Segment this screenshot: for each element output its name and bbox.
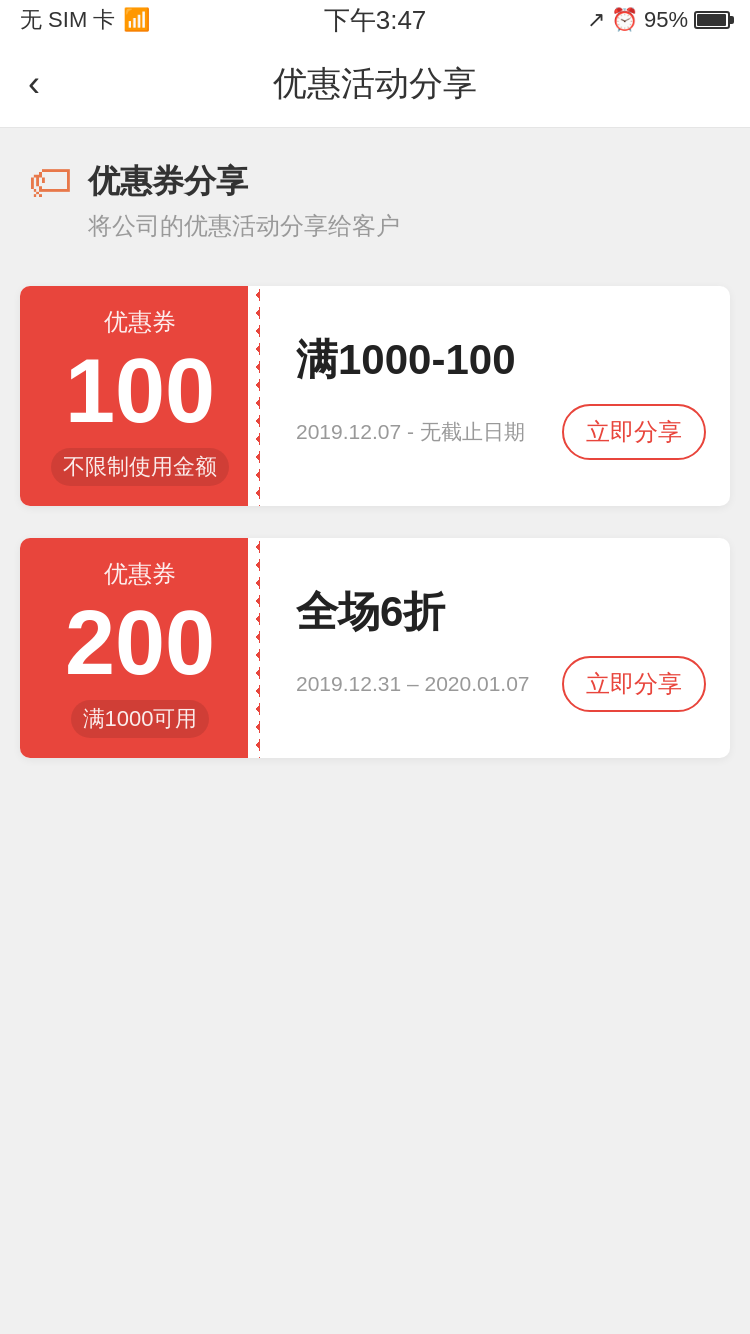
- nav-bar: ‹ 优惠活动分享: [0, 40, 750, 128]
- battery-icon: [694, 11, 730, 29]
- coupon-amount-2: 200: [65, 598, 215, 688]
- coupon-name-1: 满1000-100: [296, 332, 706, 388]
- section-text-block: 优惠券分享 将公司的优惠活动分享给客户: [88, 160, 400, 242]
- section-title: 优惠券分享: [88, 160, 400, 204]
- status-bar: 无 SIM 卡 📶 下午3:47 ↗ ⏰ 95%: [0, 0, 750, 40]
- status-time: 下午3:47: [324, 3, 427, 38]
- coupon-bottom-row-1: 2019.12.07 - 无截止日期 立即分享: [296, 404, 706, 460]
- coupon-share-button-2[interactable]: 立即分享: [562, 656, 706, 712]
- status-left: 无 SIM 卡 📶: [20, 5, 150, 35]
- coupon-card-2: 优惠券 200 满1000可用 全场6折 2019.12.31 – 2020.0…: [20, 538, 730, 758]
- empty-area: [0, 774, 750, 1334]
- coupon-date-1: 2019.12.07 - 无截止日期: [296, 418, 552, 446]
- sim-text: 无 SIM 卡: [20, 5, 115, 35]
- back-button[interactable]: ‹: [28, 63, 40, 105]
- status-right: ↗ ⏰ 95%: [587, 7, 730, 33]
- wifi-icon: 📶: [123, 7, 150, 33]
- coupon-right-2: 全场6折 2019.12.31 – 2020.01.07 立即分享: [260, 538, 730, 758]
- battery-percent: 95%: [644, 7, 688, 33]
- coupon-amount-1: 100: [65, 346, 215, 436]
- coupon-left-1: 优惠券 100 不限制使用金额: [20, 286, 260, 506]
- coupon-section-icon: 🏷: [28, 160, 72, 204]
- coupon-label-1: 优惠券: [104, 306, 176, 338]
- section-subtitle: 将公司的优惠活动分享给客户: [88, 210, 400, 242]
- coupon-condition-2: 满1000可用: [71, 700, 210, 738]
- coupon-card: 优惠券 100 不限制使用金额 满1000-100 2019.12.07 - 无…: [20, 286, 730, 506]
- coupon-condition-1: 不限制使用金额: [51, 448, 229, 486]
- coupon-left-2: 优惠券 200 满1000可用: [20, 538, 260, 758]
- coupon-bottom-row-2: 2019.12.31 – 2020.01.07 立即分享: [296, 656, 706, 712]
- page-title: 优惠活动分享: [273, 61, 477, 107]
- section-header: 🏷 优惠券分享 将公司的优惠活动分享给客户: [0, 128, 750, 262]
- coupon-label-2: 优惠券: [104, 558, 176, 590]
- coupon-name-2: 全场6折: [296, 584, 706, 640]
- coupon-list: 优惠券 100 不限制使用金额 满1000-100 2019.12.07 - 无…: [0, 262, 750, 774]
- coupon-date-2: 2019.12.31 – 2020.01.07: [296, 672, 552, 696]
- coupon-right-1: 满1000-100 2019.12.07 - 无截止日期 立即分享: [260, 286, 730, 506]
- direction-icon: ↗: [587, 7, 605, 33]
- alarm-icon: ⏰: [611, 7, 638, 33]
- coupon-share-button-1[interactable]: 立即分享: [562, 404, 706, 460]
